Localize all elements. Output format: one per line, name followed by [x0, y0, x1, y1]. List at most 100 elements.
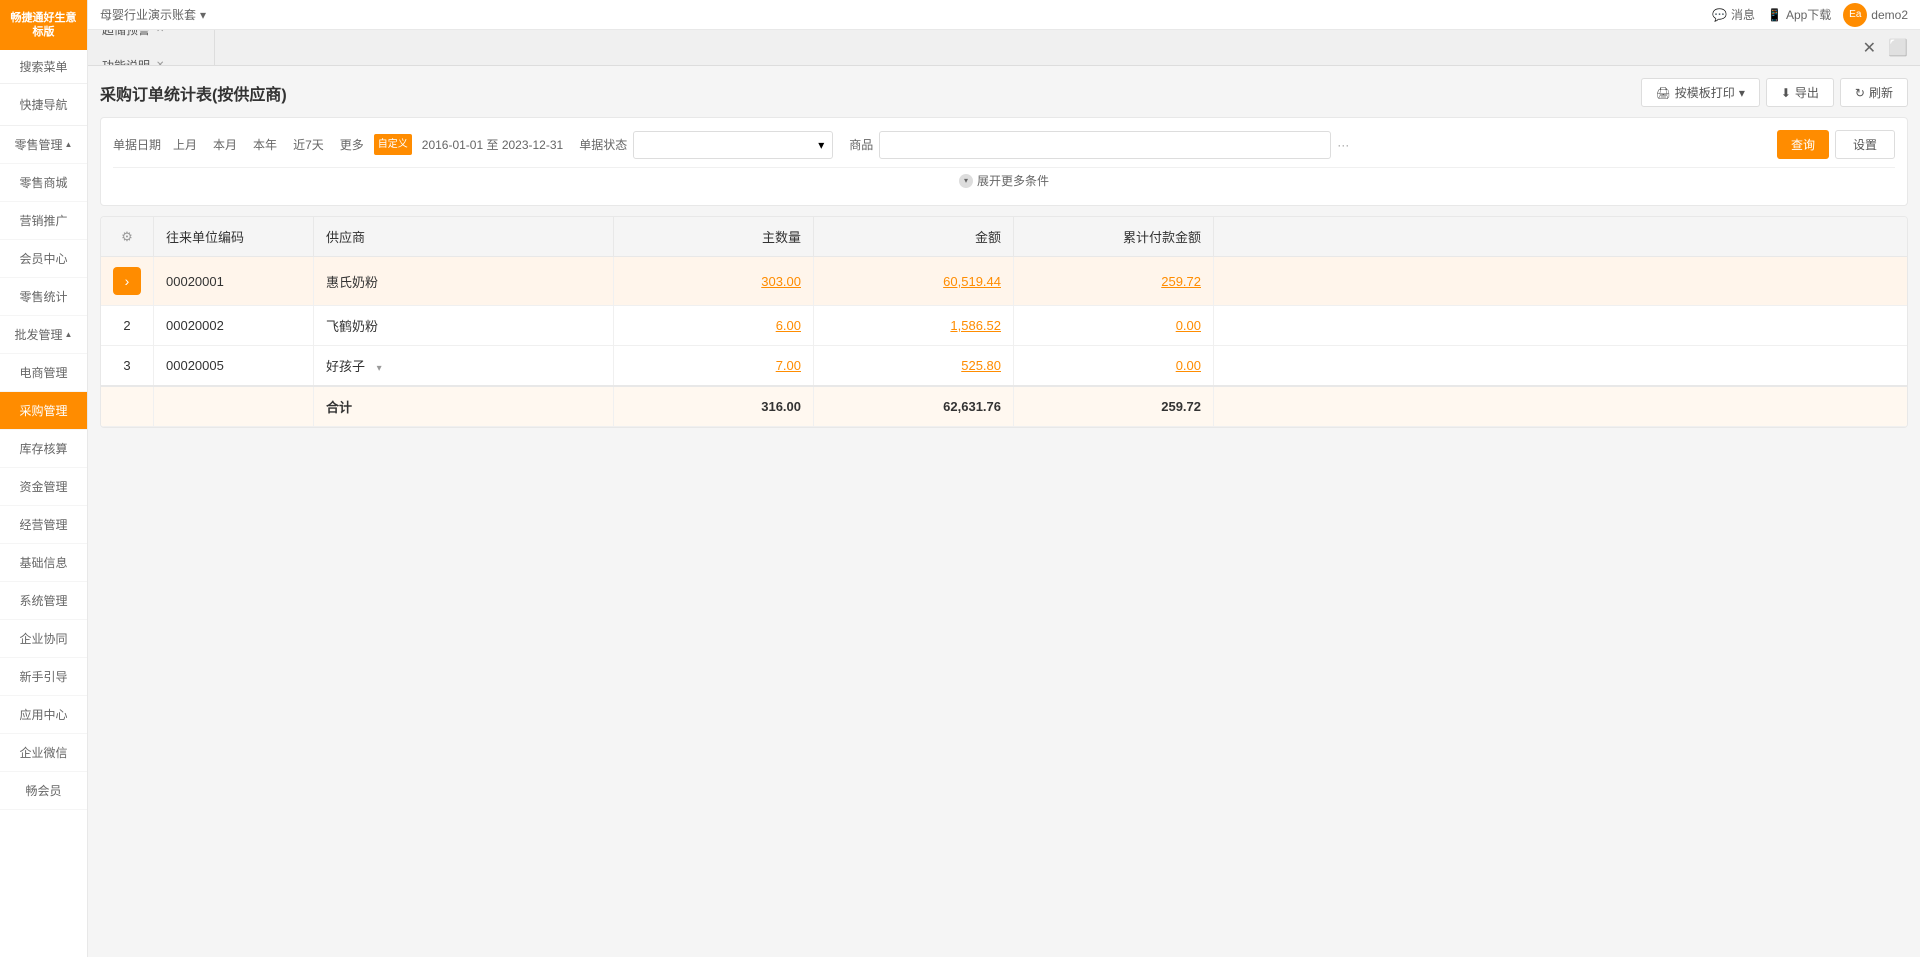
goods-search-input[interactable] [879, 131, 1331, 159]
table-row: › 00020001 惠氏奶粉 303.00 60,519.44 259.72 [101, 257, 1907, 306]
tab-close-chaochuyu[interactable]: ✕ [156, 30, 164, 35]
workspace-selector[interactable]: 母婴行业演示账套 ▾ [100, 6, 206, 23]
qty-link-1[interactable]: 6.00 [776, 318, 801, 333]
status-filter-label: 单据状态 [579, 136, 627, 153]
sidebar-item-xinshou[interactable]: 新手引导 [0, 658, 87, 696]
sidebar-item-label-dianshang: 电商管理 [19, 366, 67, 380]
tab-items: 首页收发存汇总表✕要货单统计表✕可用量库存账本✕保质期查询✕超储预警✕功能说明✕… [88, 30, 215, 66]
sidebar-item-yingyong[interactable]: 应用中心 [0, 696, 87, 734]
cell-paid-2: 0.00 [1014, 346, 1214, 387]
sidebar-item-huiyuan[interactable]: 会员中心 [0, 240, 87, 278]
th-amount: 金额 [814, 217, 1014, 257]
th-supplier: 供应商 [314, 217, 614, 257]
avatar-initials: Ea [1849, 9, 1861, 20]
th-qty: 主数量 [614, 217, 814, 257]
sidebar-item-pifa[interactable]: 批发管理▲ [0, 316, 87, 354]
sidebar-item-yingxiao[interactable]: 营销推广 [0, 202, 87, 240]
sidebar-item-label-qiye: 企业协同 [19, 632, 67, 646]
expand-label: 展开更多条件 [977, 172, 1049, 189]
sidebar-item-qiyeweixin[interactable]: 企业微信 [0, 734, 87, 772]
qty-link-2[interactable]: 7.00 [776, 358, 801, 373]
footer-paid: 259.72 [1014, 386, 1214, 427]
message-label: 消息 [1731, 6, 1755, 23]
shortcut-last-month[interactable]: 上月 [167, 134, 203, 155]
message-btn[interactable]: 💬 消息 [1712, 6, 1755, 23]
date-filter-label: 单据日期 [113, 136, 161, 153]
custom-date-badge[interactable]: 自定义 [374, 134, 412, 155]
expand-filter-btn[interactable]: ▾ 展开更多条件 [113, 167, 1895, 193]
date-shortcuts: 上月 本月 本年 近7天 更多 自定义 [167, 134, 412, 155]
export-btn[interactable]: ⬇ 导出 [1766, 78, 1834, 107]
avatar: Ea [1843, 3, 1867, 27]
th-paid: 累计付款金额 [1014, 217, 1214, 257]
page-header: 采购订单统计表(按供应商) 🖨 按模板打印 ▾ ⬇ 导出 ↻ 刷新 [100, 78, 1908, 107]
sidebar-item-jingying[interactable]: 经营管理 [0, 506, 87, 544]
sidebar-item-label-yingyong: 应用中心 [19, 708, 67, 722]
sidebar-item-label-jichu: 基础信息 [19, 556, 67, 570]
sidebar-item-jichu[interactable]: 基础信息 [0, 544, 87, 582]
shortcut-this-year[interactable]: 本年 [247, 134, 283, 155]
sidebar-nav-label[interactable]: 快捷导航 [0, 90, 87, 119]
cell-paid-1: 0.00 [1014, 306, 1214, 346]
export-icon: ⬇ [1781, 86, 1791, 100]
sidebar-search-label[interactable]: 搜索菜单 [6, 58, 81, 75]
table-body: › 00020001 惠氏奶粉 303.00 60,519.44 259.72 … [101, 257, 1907, 387]
cell-code-1: 00020002 [154, 306, 314, 346]
sidebar-item-lingdianshangcheng[interactable]: 零售商城 [0, 164, 87, 202]
user-area[interactable]: Ea demo2 [1843, 3, 1908, 27]
print-btn[interactable]: 🖨 按模板打印 ▾ [1641, 78, 1760, 107]
sidebar-search-section[interactable]: 搜索菜单 [0, 50, 87, 84]
tab-gongneng[interactable]: 功能说明✕ [88, 48, 215, 67]
date-range: 2016-01-01 至 2023-12-31 [422, 136, 563, 153]
sidebar-item-label-lingdiantongji: 零售统计 [19, 290, 67, 304]
tab-chaochuyu[interactable]: 超储预警✕ [88, 30, 215, 48]
amount-link-2[interactable]: 525.80 [961, 358, 1001, 373]
expand-row-btn-2[interactable]: ▾ [377, 363, 382, 374]
tab-restore-btn[interactable]: ⬜ [1884, 36, 1912, 60]
amount-link-0[interactable]: 60,519.44 [943, 274, 1001, 289]
sidebar-item-dianshang[interactable]: 电商管理 [0, 354, 87, 392]
sidebar-item-zijin[interactable]: 资金管理 [0, 468, 87, 506]
cell-seq-2: 3 [101, 346, 154, 387]
refresh-btn[interactable]: ↻ 刷新 [1840, 78, 1908, 107]
print-label: 按模板打印 [1675, 84, 1735, 101]
shortcut-more[interactable]: 更多 [334, 134, 370, 155]
sidebar-item-xitong[interactable]: 系统管理 [0, 582, 87, 620]
amount-link-1[interactable]: 1,586.52 [950, 318, 1001, 333]
expand-row-btn-0[interactable]: › [113, 267, 141, 295]
footer-amount: 62,631.76 [814, 386, 1014, 427]
cell-code-2: 00020005 [154, 346, 314, 387]
date-range-value: 2016-01-01 至 2023-12-31 [422, 136, 563, 153]
sidebar-nav-section[interactable]: 快捷导航 [0, 84, 87, 126]
shortcut-7days[interactable]: 近7天 [287, 134, 330, 155]
shortcut-this-month[interactable]: 本月 [207, 134, 243, 155]
cell-paid-0: 259.72 [1014, 257, 1214, 306]
sidebar-item-qiye[interactable]: 企业协同 [0, 620, 87, 658]
cell-amount-1: 1,586.52 [814, 306, 1014, 346]
footer-label: 合计 [314, 386, 614, 427]
sidebar-item-lingdian[interactable]: 零售管理▲ [0, 126, 87, 164]
expand-icon: ▾ [959, 174, 973, 188]
paid-link-0[interactable]: 259.72 [1161, 274, 1201, 289]
status-select[interactable]: ▾ [633, 131, 833, 159]
sidebar-item-kucun[interactable]: 库存核算 [0, 430, 87, 468]
sidebar-item-label-qiyeweixin: 企业微信 [19, 746, 67, 760]
tab-close-all-btn[interactable]: ✕ [1859, 36, 1880, 60]
paid-link-1[interactable]: 0.00 [1176, 318, 1201, 333]
page-actions: 🖨 按模板打印 ▾ ⬇ 导出 ↻ 刷新 [1641, 78, 1908, 107]
query-btn[interactable]: 查询 [1777, 130, 1829, 159]
footer-empty-2 [154, 386, 314, 427]
qty-link-0[interactable]: 303.00 [761, 274, 801, 289]
sidebar-item-label-yingxiao: 营销推广 [19, 214, 67, 228]
sidebar-item-label-xinshou: 新手引导 [19, 670, 67, 684]
cell-seq-0: › [101, 257, 154, 306]
goods-more-icon[interactable]: ··· [1337, 138, 1349, 152]
settings-btn[interactable]: 设置 [1835, 130, 1895, 159]
paid-link-2[interactable]: 0.00 [1176, 358, 1201, 373]
app-download-btn[interactable]: 📱 App下载 [1767, 6, 1831, 23]
sidebar-item-lingdiantongji[interactable]: 零售统计 [0, 278, 87, 316]
th-settings[interactable]: ⚙ [101, 217, 154, 257]
sidebar-item-changhui[interactable]: 畅会员 [0, 772, 87, 810]
tab-bar: 首页收发存汇总表✕要货单统计表✕可用量库存账本✕保质期查询✕超储预警✕功能说明✕… [88, 30, 1920, 66]
sidebar-item-caigouguan[interactable]: 采购管理 [0, 392, 87, 430]
